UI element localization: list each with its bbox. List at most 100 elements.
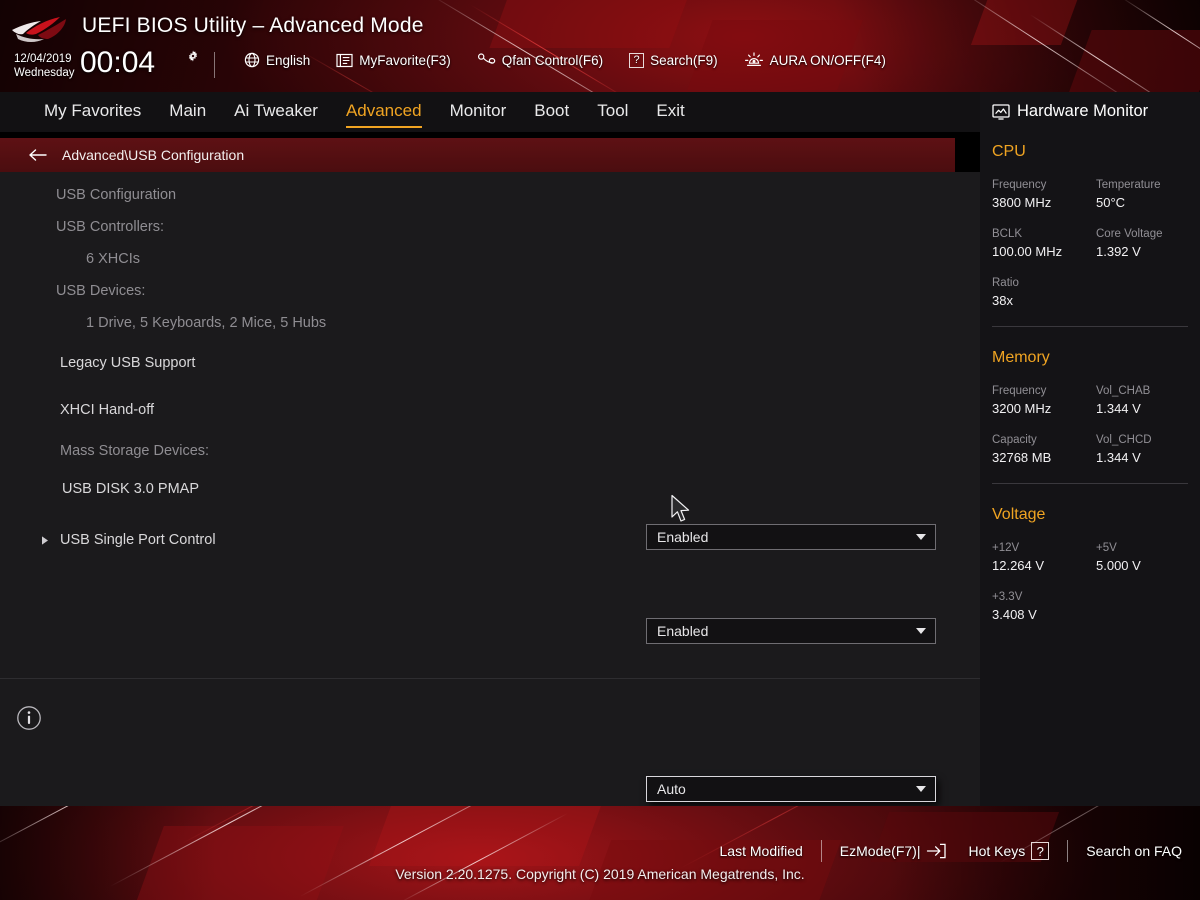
header-separator (214, 52, 215, 78)
hwm-divider-2 (992, 483, 1188, 484)
header-actions: English MyFavorite(F3) Qfan Control(F6) (244, 52, 886, 68)
aura-button[interactable]: AURA ON/OFF(F4) (744, 52, 886, 68)
hwm-cpu-grid: Frequency Temperature 3800 MHz 50°C BCLK… (992, 170, 1188, 308)
arrow-into-box-icon (927, 843, 947, 859)
breadcrumb[interactable]: Advanced\USB Configuration (0, 138, 955, 172)
tab-my-favorites[interactable]: My Favorites (44, 101, 141, 123)
chevron-down-icon (916, 628, 926, 634)
hwm-section-voltage: Voltage +12V +5V 12.264 V 5.000 V +3.3V … (980, 506, 1200, 622)
value-usb-devices-list: 1 Drive, 5 Keyboards, 2 Mice, 5 Hubs (86, 315, 327, 331)
hwm-value-voltage-blank (1096, 603, 1188, 622)
row-xhci-count: 6 XHCIs (0, 242, 980, 276)
tab-tool[interactable]: Tool (597, 101, 628, 123)
label-usb-disk-pmap: USB DISK 3.0 PMAP (62, 481, 199, 497)
question-box-icon: ? (629, 52, 645, 68)
myfavorite-icon (336, 53, 353, 67)
info-circle-icon[interactable] (16, 705, 42, 731)
row-usb-disk-pmap[interactable]: USB DISK 3.0 PMAP Auto (0, 472, 980, 802)
hwm-key-core-voltage: Core Voltage (1096, 228, 1163, 240)
hwm-section-cpu: CPU Frequency Temperature 3800 MHz 50°C … (980, 143, 1200, 308)
arrow-left-icon[interactable] (28, 148, 48, 162)
label-legacy-usb-support: Legacy USB Support (60, 355, 196, 371)
hwm-value-core-voltage: 1.392 V (1096, 244, 1141, 259)
label-usb-controllers: USB Controllers: (56, 219, 164, 235)
hwm-value-vol-chcd: 1.344 V (1096, 450, 1141, 465)
search-button[interactable]: ? Search(F9) (629, 52, 718, 68)
hot-keys-button[interactable]: Hot Keys ? (968, 842, 1050, 860)
hwm-value-cpu-frequency: 3800 MHz (992, 195, 1052, 210)
label-usb-configuration: USB Configuration (56, 187, 177, 203)
search-on-faq-button[interactable]: Search on FAQ (1086, 843, 1182, 859)
row-xhci-hand-off[interactable]: XHCI Hand-off Enabled (0, 393, 980, 644)
hot-keys-label: Hot Keys (968, 843, 1026, 859)
tab-exit[interactable]: Exit (656, 101, 684, 123)
hardware-monitor-label: Hardware Monitor (1017, 102, 1149, 120)
last-modified-label: Last Modified (719, 843, 803, 859)
tab-advanced[interactable]: Advanced (345, 101, 422, 128)
row-legacy-usb-support[interactable]: Legacy USB Support Enabled (0, 346, 980, 550)
breadcrumb-path: Advanced\USB Configuration (62, 147, 245, 163)
hwm-key-voltage-blank (1096, 573, 1188, 603)
hwm-value-capacity: 32768 MB (992, 450, 1052, 465)
hwm-key-12v: +12V (992, 542, 1020, 554)
submenu-usb-single-port-control[interactable]: USB Single Port Control (0, 532, 216, 548)
language-button[interactable]: English (244, 52, 310, 68)
hwm-key-cpu-blank (1096, 259, 1188, 289)
hwm-section-cpu-title: CPU (992, 143, 1026, 160)
tab-boot[interactable]: Boot (534, 101, 569, 123)
footer-separator-2 (1067, 840, 1069, 862)
dropdown-xhci-hand-off-value: Enabled (657, 623, 709, 639)
hwm-key-vol-chcd: Vol_CHCD (1096, 434, 1152, 446)
date-display: 12/04/2019 Wednesday (14, 52, 75, 80)
hwm-memory-grid: Frequency Vol_CHAB 3200 MHz 1.344 V Capa… (992, 376, 1188, 465)
footer-bar: Last Modified EzMode(F7)| Hot Keys ? Sea… (0, 806, 1200, 900)
clock-display: 00:04 (80, 46, 156, 79)
weekday-value: Wednesday (14, 67, 75, 79)
hwm-value-cpu-temperature: 50°C (1096, 195, 1126, 210)
label-usb-single-port-control: USB Single Port Control (60, 532, 216, 548)
hwm-key-vol-chab: Vol_CHAB (1096, 385, 1151, 397)
hwm-section-memory-title: Memory (992, 349, 1050, 366)
hwm-value-ratio: 38x (992, 293, 1013, 308)
hwm-voltage-grid: +12V +5V 12.264 V 5.000 V +3.3V 3.408 V (992, 533, 1188, 622)
globe-icon (244, 52, 260, 68)
row-usb-configuration: USB Configuration (0, 178, 980, 212)
tab-monitor[interactable]: Monitor (450, 101, 507, 123)
myfavorite-button[interactable]: MyFavorite(F3) (336, 53, 451, 68)
hwm-value-cpu-blank (1096, 289, 1188, 308)
hwm-divider-1 (992, 326, 1188, 327)
aura-label: AURA ON/OFF(F4) (769, 52, 886, 68)
version-text: Version 2.20.1275. Copyright (C) 2019 Am… (395, 866, 805, 882)
hwm-key-bclk: BCLK (992, 228, 1023, 240)
qfan-icon (477, 53, 496, 64)
hwm-value-5v: 5.000 V (1096, 558, 1141, 573)
row-usb-devices-list: 1 Drive, 5 Keyboards, 2 Mice, 5 Hubs (0, 306, 980, 340)
tab-main[interactable]: Main (169, 101, 206, 123)
qfan-label: Qfan Control(F6) (501, 52, 604, 68)
settings-panel: USB Configuration USB Controllers: 6 XHC… (0, 172, 980, 806)
dropdown-usb-disk-pmap[interactable]: Auto (646, 776, 936, 802)
aura-icon (744, 52, 763, 67)
value-xhci-count: 6 XHCIs (86, 251, 140, 267)
chevron-down-icon (916, 786, 926, 792)
hwm-section-memory: Memory Frequency Vol_CHAB 3200 MHz 1.344… (980, 349, 1200, 465)
dropdown-xhci-hand-off[interactable]: Enabled (646, 618, 936, 644)
qfan-control-button[interactable]: Qfan Control(F6) (477, 52, 603, 68)
footer-separator-1 (820, 840, 822, 862)
hwm-value-bclk: 100.00 MHz (992, 244, 1063, 259)
search-label: Search(F9) (650, 52, 718, 68)
ezmode-label: EzMode(F7)| (839, 843, 921, 859)
row-usb-single-port-control[interactable]: USB Single Port Control (0, 523, 980, 557)
hwm-key-mem-frequency: Frequency (992, 385, 1047, 397)
dropdown-usb-disk-pmap-value: Auto (657, 781, 686, 797)
hwm-key-33v: +3.3V (992, 591, 1023, 603)
language-label: English (266, 52, 311, 68)
hwm-section-voltage-title: Voltage (992, 506, 1046, 523)
gear-icon[interactable] (186, 49, 200, 63)
rog-eye-logo (12, 17, 66, 42)
tab-ai-tweaker[interactable]: Ai Tweaker (234, 101, 318, 123)
row-usb-devices: USB Devices: (0, 274, 980, 308)
last-modified-button[interactable]: Last Modified (720, 843, 803, 859)
ezmode-button[interactable]: EzMode(F7)| (840, 843, 947, 859)
hwm-key-ratio: Ratio (992, 277, 1019, 289)
